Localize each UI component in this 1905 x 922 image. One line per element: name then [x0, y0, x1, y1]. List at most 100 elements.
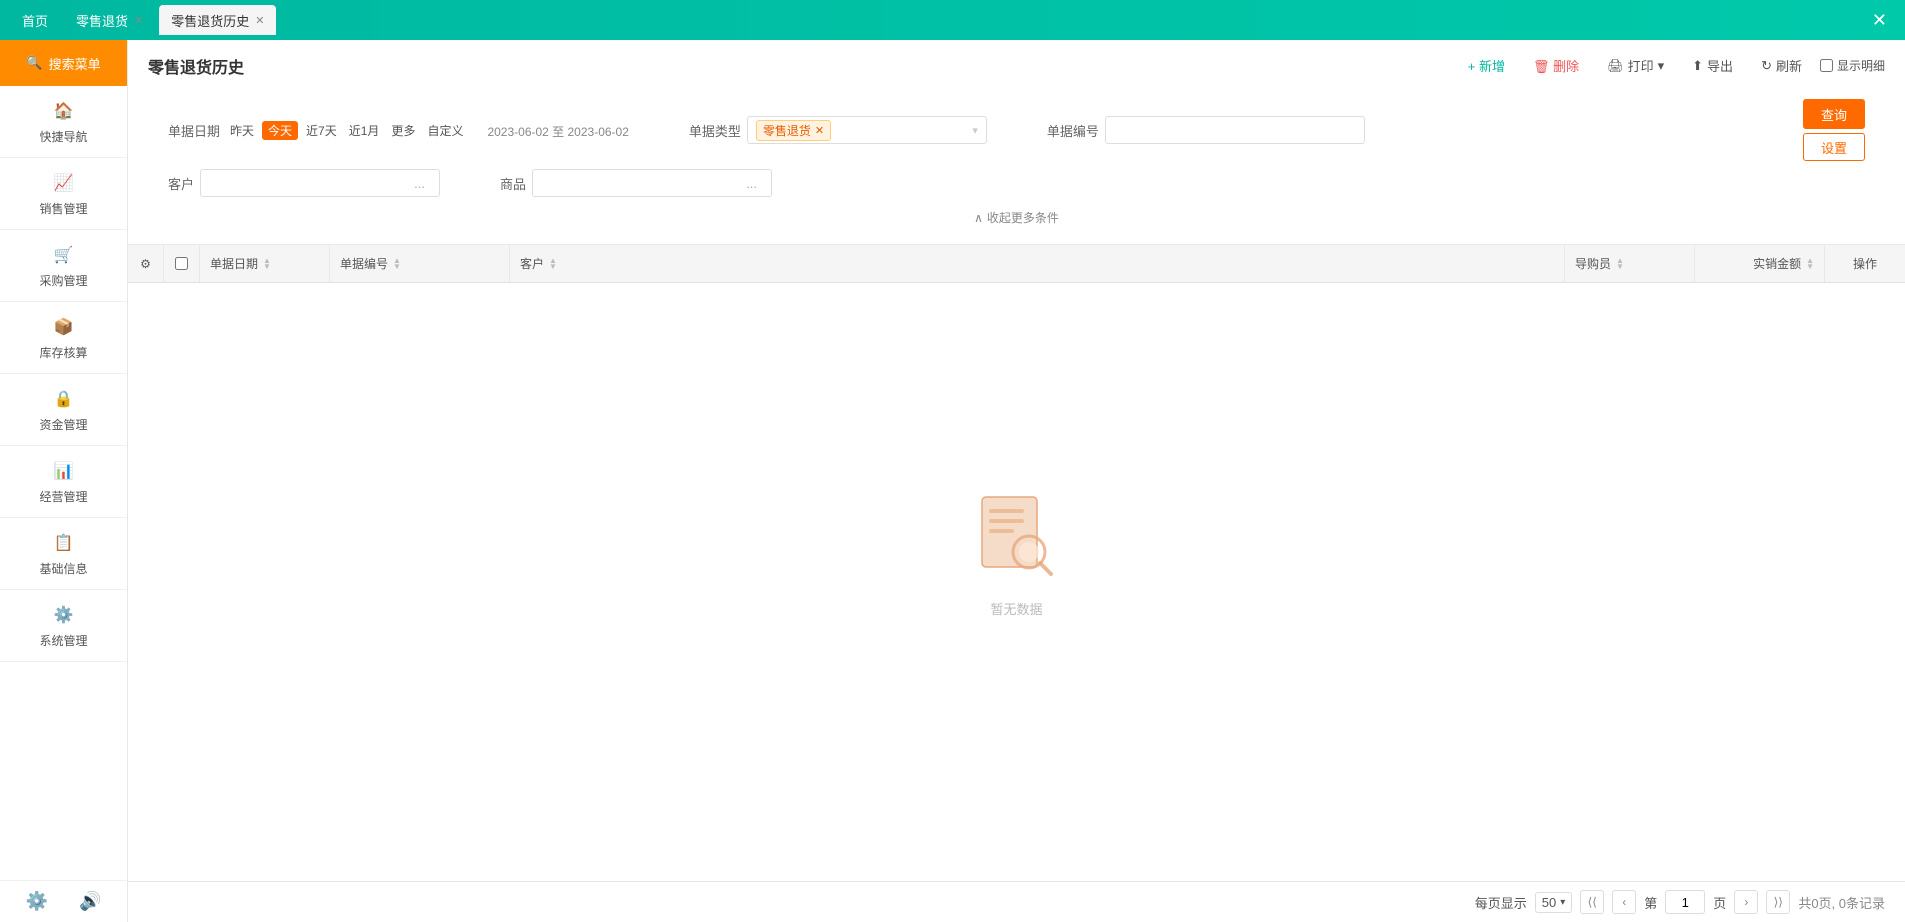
customer-select[interactable]: ...	[200, 169, 440, 197]
th-guide[interactable]: 导购员 ▲ ▼	[1565, 245, 1695, 282]
th-checkbox[interactable]	[164, 245, 200, 282]
finance-icon: 🔒	[51, 386, 77, 412]
toolbar: + 新增 🗑 删除 🖨 打印 ▾ ⬆ 导出 ↻ 刷新	[1458, 52, 1885, 79]
sidebar-item-sales[interactable]: 📈 销售管理	[0, 158, 127, 230]
shortcut-more[interactable]: 更多	[387, 121, 419, 140]
bill-no-label: 单据编号	[1047, 121, 1099, 140]
print-button[interactable]: 🖨 打印 ▾	[1597, 52, 1674, 79]
delete-button[interactable]: 🗑 删除	[1523, 52, 1589, 79]
filter-row-1: 单据日期 昨天 今天 近7天 近1月 更多 自定义 2023-06-02 至 2…	[168, 99, 1865, 161]
th-date[interactable]: 单据日期 ▲ ▼	[200, 245, 330, 282]
pagination: 每页显示 50 ▾ ⟨⟨ ‹ 第 页 › ⟩⟩ 共0页, 0条记录	[128, 881, 1905, 922]
system-icon: ⚙️	[51, 602, 77, 628]
export-icon: ⬆	[1692, 58, 1703, 74]
shortcut-7days[interactable]: 近7天	[302, 121, 341, 140]
date-filter-item: 单据日期 昨天 今天 近7天 近1月 更多 自定义	[168, 121, 467, 140]
new-button[interactable]: + 新增	[1458, 52, 1515, 79]
sidebar-bottom: ⚙️ 🔊	[0, 880, 127, 922]
filter-row-2: 客户 ... 商品 ...	[168, 169, 1865, 197]
close-tab-retail-return-history[interactable]: ✕	[255, 14, 264, 27]
print-dropdown-icon: ▾	[1658, 58, 1665, 74]
shortcut-yesterday[interactable]: 昨天	[226, 121, 258, 140]
customer-label: 客户	[168, 174, 194, 193]
sidebar-item-operations[interactable]: 📊 经营管理	[0, 446, 127, 518]
top-bar-right: ✕	[1864, 10, 1895, 31]
sidebar-item-quick-nav[interactable]: 🏠 快捷导航	[0, 86, 127, 158]
first-page-button[interactable]: ⟨⟨	[1580, 890, 1604, 914]
th-customer[interactable]: 客户 ▲ ▼	[510, 245, 1565, 282]
per-page-label: 每页显示	[1475, 893, 1527, 912]
collapse-icon: ∧	[974, 211, 983, 225]
sidebar-item-purchase[interactable]: 🛒 采购管理	[0, 230, 127, 302]
empty-icon	[967, 487, 1067, 587]
prev-page-button[interactable]: ‹	[1612, 890, 1636, 914]
tab-home[interactable]: 首页	[10, 5, 60, 35]
purchase-icon: 🛒	[51, 242, 77, 268]
page-header: 零售退货历史 + 新增 🗑 删除 🖨 打印 ▾ ⬆ 导出 ↻	[128, 40, 1905, 245]
bill-type-filter-item: 单据类型 零售退货 ✕ ▾	[689, 116, 987, 144]
per-page-select[interactable]: 50 ▾	[1535, 892, 1573, 913]
empty-text: 暂无数据	[990, 599, 1042, 618]
tab-retail-return-history[interactable]: 零售退货历史 ✕	[159, 5, 276, 35]
window-close-button[interactable]: ✕	[1864, 10, 1895, 31]
action-buttons: 查询 设置	[1803, 99, 1865, 161]
shortcut-today[interactable]: 今天	[262, 121, 298, 140]
table-settings-icon[interactable]: ⚙	[140, 257, 151, 271]
th-settings[interactable]: ⚙	[128, 245, 164, 282]
shortcut-custom[interactable]: 自定义	[423, 121, 467, 140]
operations-icon: 📊	[51, 458, 77, 484]
show-detail-checkbox[interactable]: 显示明细	[1820, 57, 1885, 74]
customer-sort: ▲ ▼	[549, 257, 557, 271]
date-filter-label: 单据日期	[168, 121, 220, 140]
bill-no-filter-item: 单据编号	[1047, 116, 1365, 144]
basic-info-icon: 📋	[51, 530, 77, 556]
bill-no-sort: ▲ ▼	[393, 257, 401, 271]
export-button[interactable]: ⬆ 导出	[1682, 52, 1743, 79]
refresh-icon: ↻	[1761, 58, 1772, 74]
goods-filter-item: 商品 ...	[500, 169, 772, 197]
last-page-button[interactable]: ⟩⟩	[1766, 890, 1790, 914]
amount-sort: ▲ ▼	[1806, 257, 1814, 271]
table-header: ⚙ 单据日期 ▲ ▼ 单据编号 ▲ ▼	[128, 245, 1905, 283]
sidebar-search[interactable]: 🔍 搜索菜单	[0, 40, 127, 86]
th-bill-no[interactable]: 单据编号 ▲ ▼	[330, 245, 510, 282]
top-bar: 首页 零售退货 ✕ 零售退货历史 ✕ ✕	[0, 0, 1905, 40]
date-range-display: 2023-06-02 至 2023-06-02	[487, 123, 628, 140]
th-ops: 操作	[1825, 245, 1905, 282]
home-icon: 🏠	[51, 98, 77, 124]
sidebar-item-inventory[interactable]: 📦 库存核算	[0, 302, 127, 374]
goods-select[interactable]: ...	[532, 169, 772, 197]
volume-icon[interactable]: 🔊	[79, 891, 101, 912]
search-icon: 🔍	[26, 55, 42, 71]
print-icon: 🖨	[1607, 58, 1624, 74]
page-title-row: 零售退货历史 + 新增 🗑 删除 🖨 打印 ▾ ⬆ 导出 ↻	[148, 52, 1885, 79]
refresh-button[interactable]: ↻ 刷新	[1751, 52, 1812, 79]
sidebar-item-system[interactable]: ⚙️ 系统管理	[0, 590, 127, 662]
sidebar: 🔍 搜索菜单 🏠 快捷导航 📈 销售管理 🛒 采购管理 📦 库存核算 🔒 资金管…	[0, 40, 128, 922]
settings-button[interactable]: 设置	[1803, 133, 1865, 161]
show-detail-input[interactable]	[1820, 59, 1833, 72]
collapse-bar[interactable]: ∧ 收起更多条件	[168, 205, 1865, 234]
page-number-input[interactable]	[1665, 890, 1705, 914]
bill-type-tag-close[interactable]: ✕	[815, 124, 824, 137]
empty-state: 暂无数据	[128, 283, 1905, 881]
goods-label: 商品	[500, 174, 526, 193]
settings-bottom-icon[interactable]: ⚙️	[26, 891, 48, 912]
sidebar-item-finance[interactable]: 🔒 资金管理	[0, 374, 127, 446]
date-shortcuts: 昨天 今天 近7天 近1月 更多 自定义	[226, 121, 467, 140]
page-label: 第	[1644, 893, 1657, 912]
bill-type-select[interactable]: 零售退货 ✕ ▾	[747, 116, 987, 144]
date-sort: ▲ ▼	[263, 257, 271, 271]
select-all-checkbox[interactable]	[175, 257, 188, 270]
bill-type-tag: 零售退货 ✕	[756, 120, 831, 141]
sidebar-item-basic-info[interactable]: 📋 基础信息	[0, 518, 127, 590]
close-tab-retail-return[interactable]: ✕	[134, 14, 143, 27]
next-page-button[interactable]: ›	[1734, 890, 1758, 914]
sales-icon: 📈	[51, 170, 77, 196]
shortcut-1month[interactable]: 近1月	[345, 121, 384, 140]
page-unit: 页	[1713, 893, 1726, 912]
tab-retail-return[interactable]: 零售退货 ✕	[64, 5, 155, 35]
th-amount[interactable]: 实销金额 ▲ ▼	[1695, 245, 1825, 282]
bill-no-input[interactable]	[1105, 116, 1365, 144]
query-button[interactable]: 查询	[1803, 99, 1865, 129]
